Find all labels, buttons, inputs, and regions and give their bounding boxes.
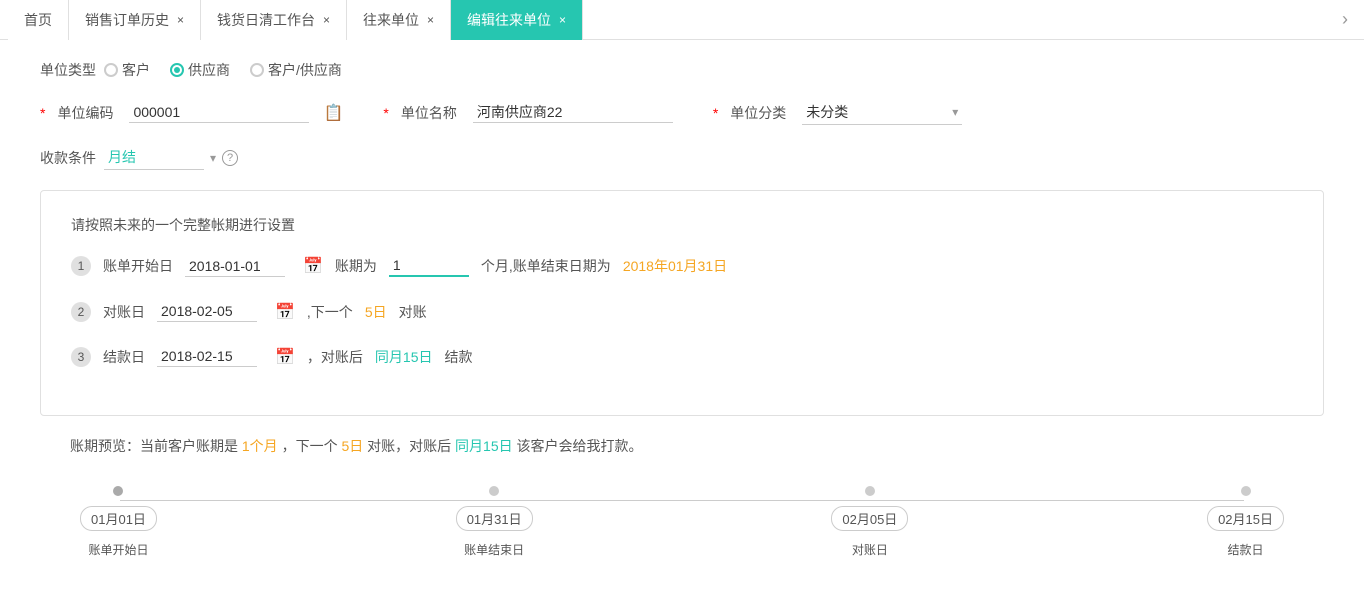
row-num-3: 3	[71, 347, 91, 367]
payment-terms-chevron-icon: ▾	[210, 151, 216, 165]
close-partner-units[interactable]: ×	[427, 13, 434, 27]
radio-circle-customer	[104, 63, 118, 77]
month-suffix: 个月,账单结束日期为	[481, 256, 611, 276]
payment-date-suffix: 结款	[445, 347, 473, 367]
tab-home[interactable]: 首页	[8, 0, 69, 40]
radio-circle-customer-supplier	[250, 63, 264, 77]
preview-month-highlight: 1个月	[242, 438, 278, 454]
timeline-point-3: 02月05日 对账日	[831, 486, 908, 558]
payment-day-highlight: 同月15日	[375, 347, 433, 367]
timeline-label-1: 账单开始日	[88, 541, 148, 558]
radio-circle-supplier	[170, 63, 184, 77]
timeline-point-2: 01月31日 账单结束日	[456, 486, 533, 558]
unit-name-label: 单位名称	[401, 103, 457, 123]
radio-supplier[interactable]: 供应商	[170, 60, 230, 80]
unit-classification-label: 单位分类	[730, 103, 786, 123]
unit-name-required: *	[383, 105, 388, 121]
timeline-label-4: 结款日	[1228, 541, 1264, 558]
timeline-dot-1	[113, 486, 123, 496]
unit-name-group: * 单位名称	[383, 102, 672, 123]
timeline-wrapper: 01月01日 账单开始日 01月31日 账单结束日 02月05日 对账日 02月…	[40, 476, 1324, 588]
timeline-dot-2	[489, 486, 499, 496]
reconciliation-row: 2 对账日 📅 ,下一个 5日 对账	[71, 301, 1293, 322]
unit-type-row: 单位类型 客户 供应商 客户/供应商	[40, 60, 1324, 80]
unit-classification-required: *	[713, 105, 718, 121]
payment-terms-help-icon[interactable]: ?	[222, 150, 238, 166]
account-start-date-input[interactable]	[185, 256, 285, 277]
tab-cash-ledger[interactable]: 钱货日清工作台 ×	[201, 0, 347, 40]
classification-chevron-icon: ▾	[952, 105, 958, 119]
timeline-label-3: 对账日	[852, 541, 888, 558]
reconciliation-suffix: 对账	[399, 302, 427, 322]
unit-code-copy-icon[interactable]: 📋	[323, 103, 343, 123]
timeline-badge-4: 02月15日	[1207, 506, 1284, 531]
unit-code-required: *	[40, 105, 45, 121]
radio-customer[interactable]: 客户	[104, 60, 150, 80]
account-period-label: 账期为	[335, 256, 377, 276]
payment-terms-row: 收款条件 月结 ▾ ?	[40, 145, 1324, 170]
timeline-point-1: 01月01日 账单开始日	[80, 486, 157, 558]
timeline-dot-3	[865, 486, 875, 496]
tab-sales-history[interactable]: 销售订单历史 ×	[69, 0, 201, 40]
row-num-2: 2	[71, 302, 91, 322]
timeline-badge-2: 01月31日	[456, 506, 533, 531]
reconciliation-date-input[interactable]	[157, 301, 257, 322]
payment-date-prefix: ，对账后	[307, 347, 363, 367]
unit-type-radio-group: 客户 供应商 客户/供应商	[104, 60, 342, 80]
unit-code-label: 单位编码	[57, 103, 113, 123]
close-cash-ledger[interactable]: ×	[323, 13, 330, 27]
tab-edit-partner[interactable]: 编辑往来单位 ×	[451, 0, 583, 40]
preview-text: 账期预览：当前客户账期是 1个月 ，下一个 5日 对账，对账后 同月15日 该客…	[70, 438, 643, 454]
preview-day-highlight: 5日	[341, 438, 363, 454]
timeline-point-4: 02月15日 结款日	[1207, 486, 1284, 558]
close-sales-history[interactable]: ×	[177, 13, 184, 27]
month-input[interactable]	[389, 255, 469, 277]
unit-classification-dropdown[interactable]: 未分类 ▾	[802, 100, 962, 125]
row-num-1: 1	[71, 256, 91, 276]
timeline-dot-4	[1241, 486, 1251, 496]
account-end-date-display: 2018年01月31日	[623, 256, 727, 276]
radio-customer-supplier[interactable]: 客户/供应商	[250, 60, 342, 80]
unit-name-input[interactable]	[473, 102, 673, 123]
unit-code-group: * 单位编码 📋	[40, 102, 343, 123]
unit-classification-group: * 单位分类 未分类 ▾	[713, 100, 962, 125]
tabs-bar: 首页 销售订单历史 × 钱货日清工作台 × 往来单位 × 编辑往来单位 × ›	[0, 0, 1364, 40]
reconciliation-prefix: ,下一个	[307, 302, 353, 322]
reconciliation-day-highlight: 5日	[365, 302, 387, 322]
close-edit-partner[interactable]: ×	[559, 13, 566, 27]
settings-box: 请按照未来的一个完整帐期进行设置 1 账单开始日 📅 账期为 个月,账单结束日期…	[40, 190, 1324, 416]
timeline-badge-3: 02月05日	[831, 506, 908, 531]
timeline-label-2: 账单结束日	[464, 541, 524, 558]
account-start-calendar-icon[interactable]: 📅	[303, 256, 323, 276]
main-content: 单位类型 客户 供应商 客户/供应商 * 单位编码 📋 * 单位名称	[0, 40, 1364, 608]
unit-code-input[interactable]	[129, 102, 309, 123]
account-start-row: 1 账单开始日 📅 账期为 个月,账单结束日期为 2018年01月31日	[71, 255, 1293, 277]
payment-date-calendar-icon[interactable]: 📅	[275, 347, 295, 367]
payment-date-row: 3 结款日 📅 ，对账后 同月15日 结款	[71, 346, 1293, 367]
preview-payment-day-highlight: 同月15日	[455, 438, 513, 454]
payment-terms-value: 月结	[104, 145, 204, 170]
settings-title: 请按照未来的一个完整帐期进行设置	[71, 215, 1293, 235]
payment-terms-select[interactable]: 月结 ▾	[104, 145, 216, 170]
account-start-label: 账单开始日	[103, 256, 173, 276]
timeline-badge-1: 01月01日	[80, 506, 157, 531]
reconciliation-label: 对账日	[103, 302, 145, 322]
payment-date-label: 结款日	[103, 347, 145, 367]
tab-expand-button[interactable]: ›	[1334, 9, 1356, 30]
preview-section: 账期预览：当前客户账期是 1个月 ，下一个 5日 对账，对账后 同月15日 该客…	[40, 416, 1324, 476]
payment-date-input[interactable]	[157, 346, 257, 367]
tab-partner-units[interactable]: 往来单位 ×	[347, 0, 451, 40]
timeline-points: 01月01日 账单开始日 01月31日 账单结束日 02月05日 对账日 02月…	[80, 486, 1284, 558]
unit-info-row: * 单位编码 📋 * 单位名称 * 单位分类 未分类 ▾	[40, 100, 1324, 125]
reconciliation-calendar-icon[interactable]: 📅	[275, 302, 295, 322]
payment-terms-label: 收款条件	[40, 148, 96, 168]
unit-type-label: 单位类型	[40, 60, 96, 80]
